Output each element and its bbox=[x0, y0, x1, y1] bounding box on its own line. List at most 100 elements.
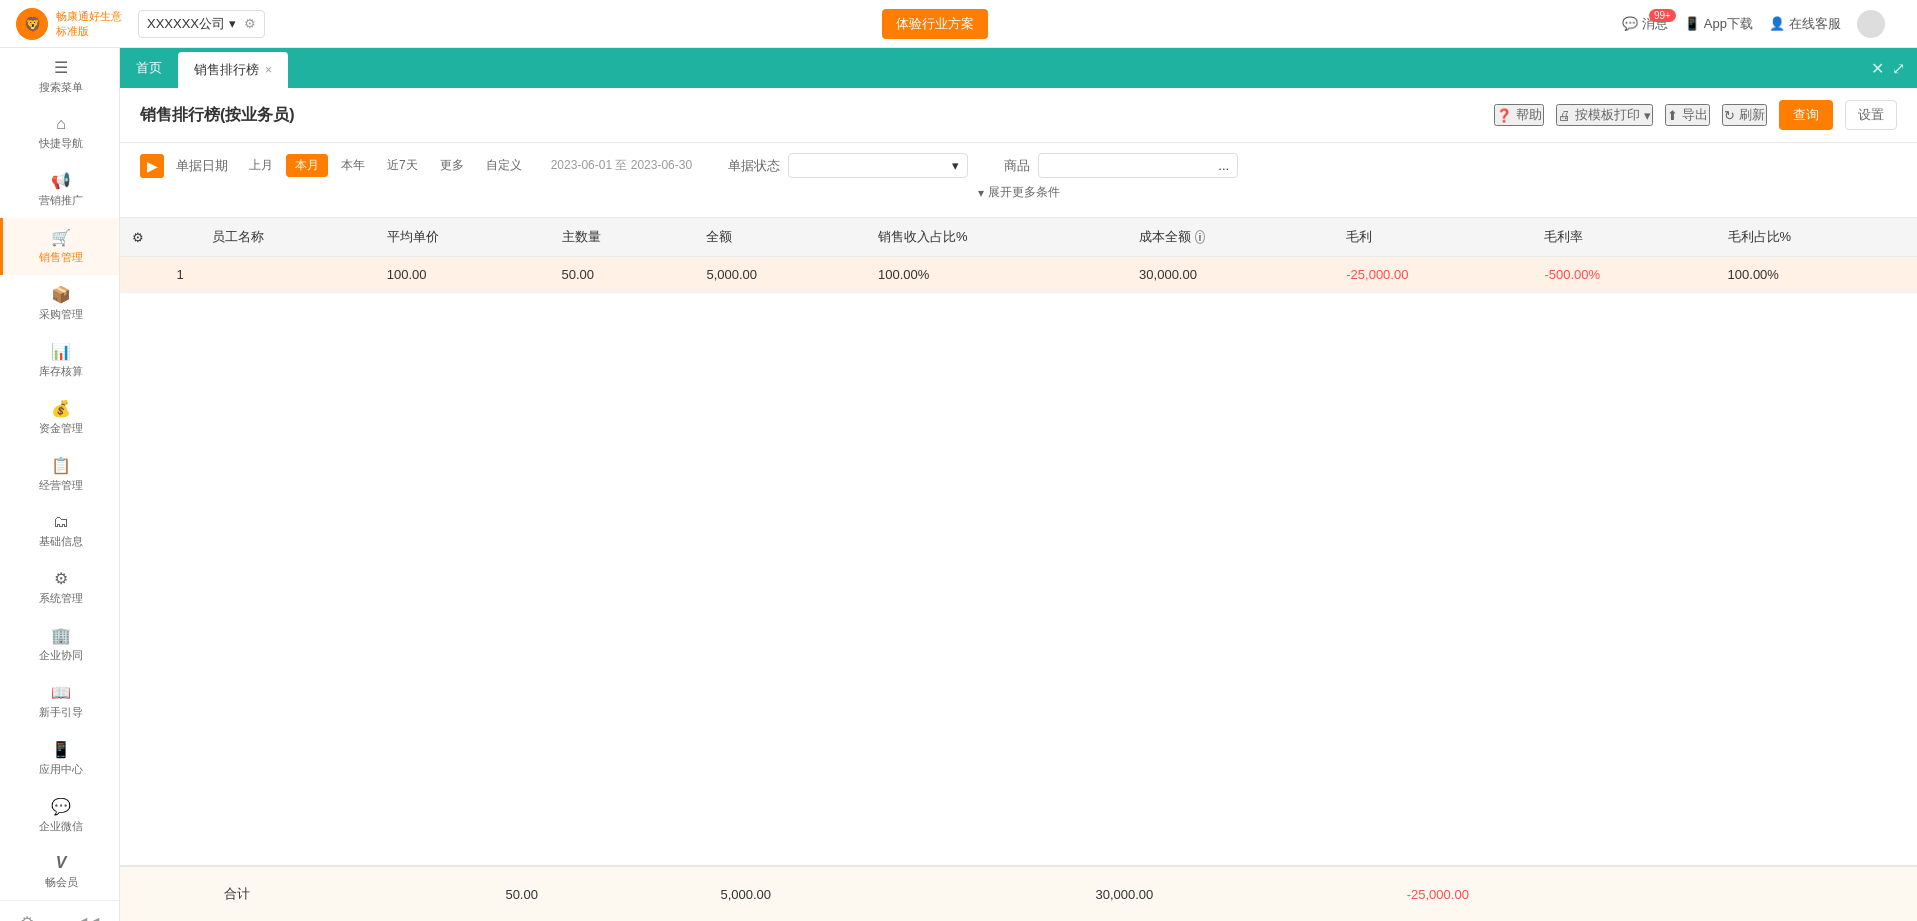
expand-icon: ▾ bbox=[978, 186, 984, 200]
chevron-down-icon: ▾ bbox=[229, 16, 236, 31]
tab-right-actions: ✕ ⤢ bbox=[1871, 59, 1917, 78]
table-scroll[interactable]: ⚙ 员工名称 平均单价 主数量 全额 销售收入占比% 成本全额 i 毛利 bbox=[120, 218, 1917, 865]
th-sales-pct: 销售收入占比% bbox=[866, 218, 1127, 257]
tab-home[interactable]: 首页 bbox=[120, 48, 178, 88]
help-button[interactable]: ❓ 帮助 bbox=[1494, 104, 1544, 126]
online-service-button[interactable]: 👤 在线客服 bbox=[1769, 15, 1841, 33]
maximize-icon[interactable]: ⤢ bbox=[1892, 59, 1905, 78]
filter-row: ▶ 单据日期 上月 本月 本年 近7天 更多 自定义 2023-06-01 至 … bbox=[140, 153, 1897, 178]
tab-home-label: 首页 bbox=[136, 59, 162, 77]
query-button[interactable]: 查询 bbox=[1779, 100, 1833, 130]
export-button[interactable]: ⬆ 导出 bbox=[1665, 104, 1710, 126]
date-btn-custom[interactable]: 自定义 bbox=[477, 154, 531, 177]
sidebar-item-app-center[interactable]: 📱 应用中心 bbox=[0, 730, 119, 787]
message-badge: 99+ bbox=[1649, 9, 1676, 22]
goods-select[interactable]: ... bbox=[1038, 153, 1238, 178]
th-cost: 成本全额 i bbox=[1127, 218, 1334, 257]
row-gross-rate: -500.00% bbox=[1532, 257, 1715, 293]
sidebar-item-label: 营销推广 bbox=[39, 193, 83, 208]
avatar[interactable] bbox=[1857, 10, 1885, 38]
date-btn-this-month[interactable]: 本月 bbox=[286, 154, 328, 177]
th-gear[interactable]: ⚙ bbox=[120, 218, 160, 257]
sidebar-item-operations[interactable]: 📋 经营管理 bbox=[0, 446, 119, 503]
status-select[interactable]: ▾ bbox=[788, 153, 968, 178]
cost-info-icon[interactable]: i bbox=[1195, 230, 1205, 244]
sidebar-item-label: 基础信息 bbox=[39, 534, 83, 549]
collapse-icon[interactable]: ◀◀ bbox=[71, 909, 103, 921]
print-button[interactable]: 🖨 按模板打印 ▾ bbox=[1556, 104, 1653, 126]
guide-icon: 📖 bbox=[51, 683, 71, 702]
sidebar-item-purchase[interactable]: 📦 采购管理 bbox=[0, 275, 119, 332]
finance-icon: 💰 bbox=[51, 399, 71, 418]
app-download-button[interactable]: 📱 App下载 bbox=[1684, 15, 1753, 33]
date-btn-more[interactable]: 更多 bbox=[431, 154, 473, 177]
top-bar-actions: 💬 消息 99+ 📱 App下载 👤 在线客服 bbox=[1622, 10, 1901, 38]
sidebar-item-basic-info[interactable]: 🗂 基础信息 bbox=[0, 503, 119, 559]
sidebar-item-system[interactable]: ⚙ 系统管理 bbox=[0, 559, 119, 616]
sidebar-item-vip[interactable]: V 畅会员 bbox=[0, 844, 119, 900]
sidebar-item-wechat[interactable]: 💬 企业微信 bbox=[0, 787, 119, 844]
minimize-icon[interactable]: ✕ bbox=[1871, 59, 1884, 78]
enterprise-icon: 🏢 bbox=[51, 626, 71, 645]
row-avg-price: 100.00 bbox=[375, 257, 550, 293]
date-btn-7days[interactable]: 近7天 bbox=[378, 154, 427, 177]
row-cost: 30,000.00 bbox=[1127, 257, 1334, 293]
main-area: ☰ 搜索菜单 ⌂ 快捷导航 📢 营销推广 🛒 销售管理 📦 采购管理 📊 库 bbox=[0, 48, 1917, 921]
footer-rank bbox=[172, 877, 212, 911]
filter-bar: ▶ 单据日期 上月 本月 本年 近7天 更多 自定义 2023-06-01 至 … bbox=[120, 143, 1917, 218]
row-sales-pct: 100.00% bbox=[866, 257, 1127, 293]
goods-filter-group: 商品 ... bbox=[1004, 153, 1238, 178]
tab-close-icon[interactable]: × bbox=[265, 63, 272, 77]
sidebar-item-label: 企业协同 bbox=[39, 648, 83, 663]
filter-collapse-btn[interactable]: ▶ bbox=[140, 154, 164, 178]
row-main-qty: 50.00 bbox=[550, 257, 695, 293]
page-content: 销售排行榜(按业务员) ❓ 帮助 🖨 按模板打印 ▾ ⬆ bbox=[120, 88, 1917, 921]
operations-icon: 📋 bbox=[51, 456, 71, 475]
sidebar-item-enterprise[interactable]: 🏢 企业协同 bbox=[0, 616, 119, 673]
footer-table: 合计 50.00 5,000.00 30,000.00 -25,000.00 bbox=[132, 877, 1905, 911]
sidebar-item-marketing[interactable]: 📢 营销推广 bbox=[0, 161, 119, 218]
message-button[interactable]: 💬 消息 99+ bbox=[1622, 15, 1668, 33]
sidebar-item-sales[interactable]: 🛒 销售管理 bbox=[0, 218, 119, 275]
sidebar-item-guide[interactable]: 📖 新手引导 bbox=[0, 673, 119, 730]
tab-sales-ranking[interactable]: 销售排行榜 × bbox=[178, 52, 288, 88]
status-chevron-icon: ▾ bbox=[952, 158, 959, 173]
home-icon: ⌂ bbox=[56, 115, 66, 133]
footer-gross-rate bbox=[1722, 877, 1813, 911]
logo-text: 畅康通好生意 标准版 bbox=[56, 9, 122, 38]
company-name: XXXXXX公司 bbox=[147, 15, 225, 33]
sidebar-item-search-orders[interactable]: ☰ 搜索菜单 bbox=[0, 48, 119, 105]
message-icon: 💬 bbox=[1622, 16, 1638, 31]
sidebar-item-quick-nav[interactable]: ⌂ 快捷导航 bbox=[0, 105, 119, 161]
sidebar-bottom: ⚙ ◀◀ bbox=[0, 900, 119, 921]
settings-button[interactable]: 设置 bbox=[1845, 100, 1897, 130]
footer-gear bbox=[132, 877, 172, 911]
sidebar-item-finance[interactable]: 💰 资金管理 bbox=[0, 389, 119, 446]
date-btn-this-year[interactable]: 本年 bbox=[332, 154, 374, 177]
search-menu-icon: ☰ bbox=[54, 58, 68, 77]
expand-more-filters[interactable]: ▾ 展开更多条件 bbox=[140, 178, 1897, 207]
sales-icon: 🛒 bbox=[51, 228, 71, 247]
trial-button[interactable]: 体验行业方案 bbox=[882, 9, 988, 39]
gear-icon-company[interactable]: ⚙ bbox=[244, 16, 256, 31]
date-btn-last-month[interactable]: 上月 bbox=[240, 154, 282, 177]
footer-amount: 5,000.00 bbox=[708, 877, 992, 911]
settings-bottom-icon[interactable]: ⚙ bbox=[16, 909, 38, 921]
footer-avg-price bbox=[402, 877, 493, 911]
system-icon: ⚙ bbox=[54, 569, 68, 588]
goods-filter-label: 商品 bbox=[1004, 157, 1030, 175]
footer-main-qty: 50.00 bbox=[493, 877, 708, 911]
logo-icon: 🦁 bbox=[16, 8, 48, 40]
marketing-icon: 📢 bbox=[51, 171, 71, 190]
company-selector[interactable]: XXXXXX公司 ▾ ⚙ bbox=[138, 10, 265, 38]
refresh-button[interactable]: ↻ 刷新 bbox=[1722, 104, 1767, 126]
th-name: 员工名称 bbox=[200, 218, 375, 257]
sidebar-item-label: 库存核算 bbox=[39, 364, 83, 379]
row-rank: 1 bbox=[160, 257, 200, 293]
footer-sales-pct bbox=[992, 877, 1083, 911]
th-gross-pct: 毛利占比% bbox=[1716, 218, 1917, 257]
page-actions: ❓ 帮助 🖨 按模板打印 ▾ ⬆ 导出 ↻ bbox=[1494, 100, 1897, 130]
sidebar-item-label: 畅会员 bbox=[45, 875, 78, 890]
footer-gross-pct bbox=[1814, 877, 1905, 911]
sidebar-item-inventory[interactable]: 📊 库存核算 bbox=[0, 332, 119, 389]
